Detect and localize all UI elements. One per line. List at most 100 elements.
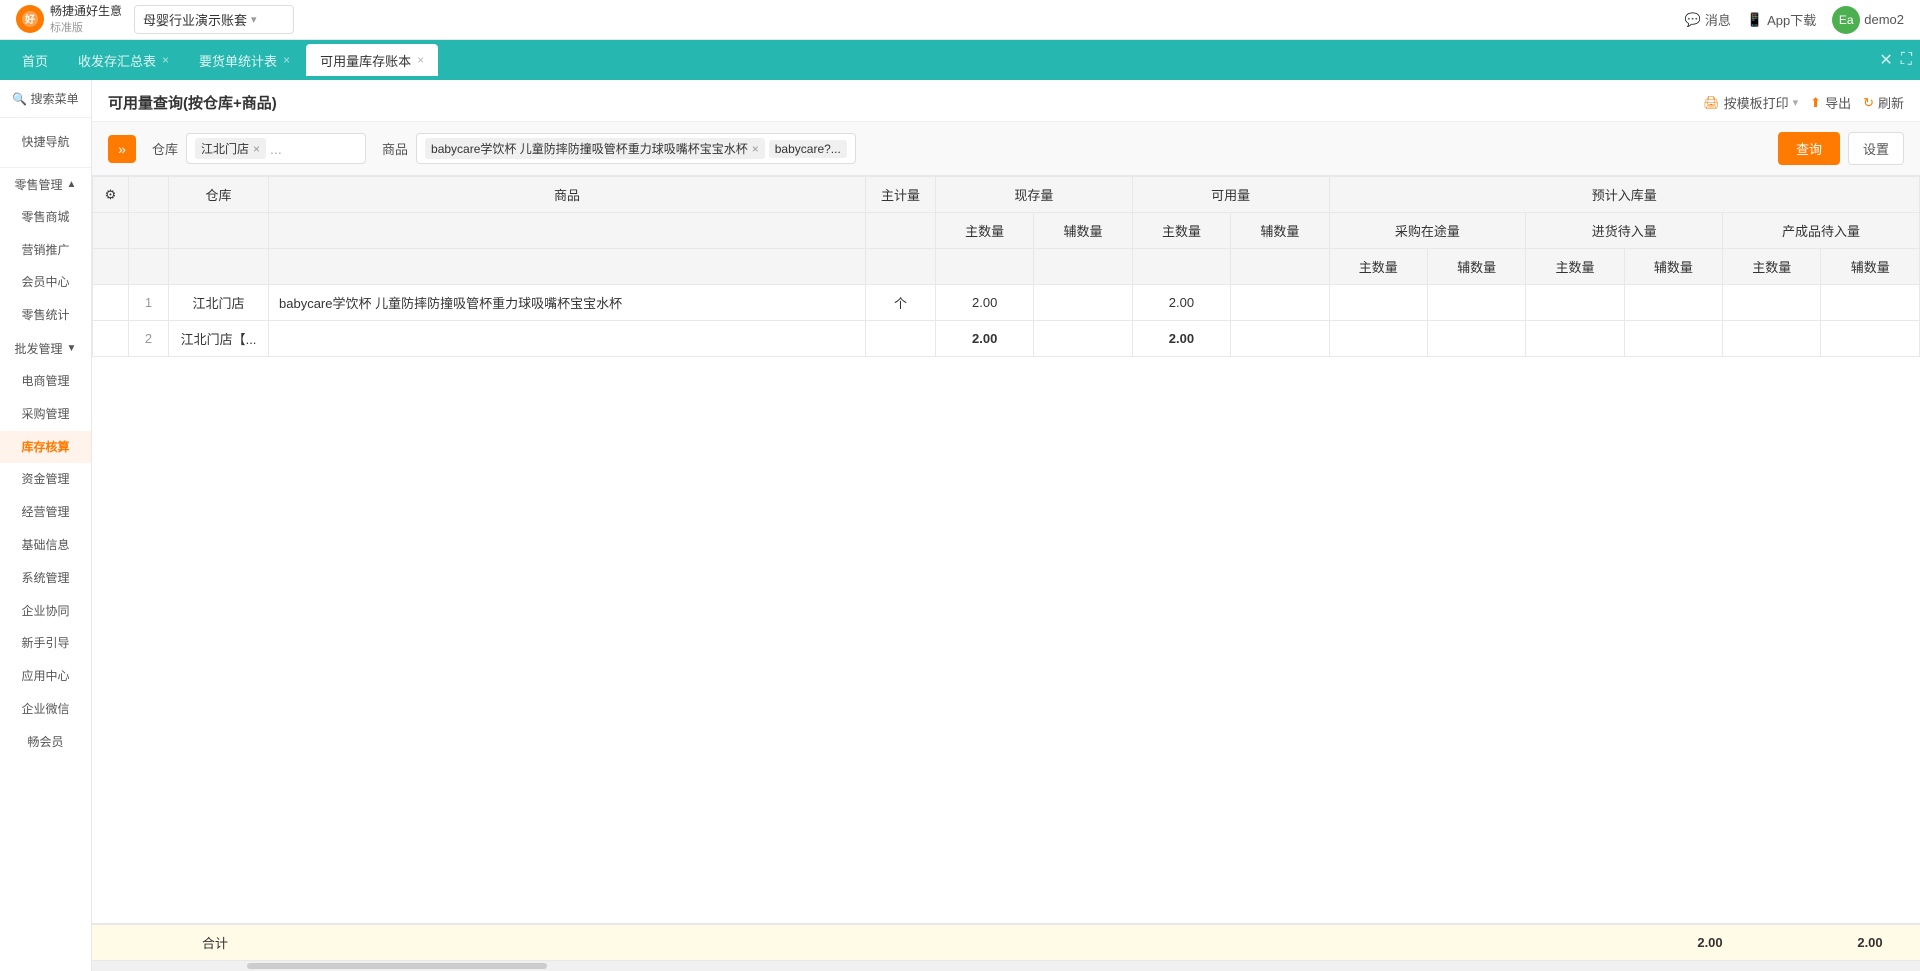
chevron-right-icon: »: [118, 141, 126, 157]
filter-toggle-button[interactable]: »: [108, 135, 136, 163]
td-avail-main-1: 2.00: [1132, 285, 1230, 321]
sidebar-item-ecommerce-label: 电商管理: [21, 374, 69, 388]
sidebar-item-retail-mgmt-label: 零售管理: [15, 176, 63, 193]
td-product-aux-1: [1821, 285, 1920, 321]
td-warehouse-1: 江北门店: [169, 285, 269, 321]
td-stock-main-1: 2.00: [935, 285, 1033, 321]
export-button[interactable]: ⬆ 导出: [1810, 93, 1851, 112]
refresh-icon: ↻: [1863, 95, 1874, 111]
sidebar-item-enterprise-wechat[interactable]: 企业微信: [0, 693, 91, 726]
sidebar-item-wholesale-mgmt[interactable]: 批发管理 ▼: [0, 332, 91, 365]
sidebar-item-quick-nav[interactable]: 快捷导航: [0, 126, 91, 159]
print-template-label: 按模板打印: [1724, 93, 1789, 112]
sidebar-item-retail-mall-label: 零售商城: [21, 210, 69, 224]
warehouse-filter-label: 仓库: [152, 139, 178, 158]
sidebar-item-ecommerce[interactable]: 电商管理: [0, 365, 91, 398]
goods-filter-group: 商品 babycare学饮杯 儿童防摔防撞吸管杯重力球吸嘴杯宝宝水杯 × bab…: [382, 133, 856, 164]
export-label: 导出: [1825, 93, 1851, 112]
bottom-scrollbar[interactable]: [92, 961, 1920, 971]
sidebar-item-finance-mgmt[interactable]: 资金管理: [0, 463, 91, 496]
app-download-button[interactable]: 📱 App下载: [1747, 10, 1816, 29]
td-inbound-aux-2: [1624, 321, 1722, 357]
th-inbound-pending: 进货待入量: [1526, 213, 1723, 249]
page-actions: 🖨 按模板打印 ▾ ⬆ 导出 ↻ 刷新: [1703, 93, 1904, 112]
tab-available-ledger[interactable]: 可用量库存账本 ×: [306, 44, 438, 76]
sidebar-item-operations-mgmt[interactable]: 经营管理: [0, 496, 91, 529]
tab-order-stats[interactable]: 要货单统计表 ×: [185, 44, 304, 76]
username: demo2: [1864, 12, 1904, 27]
sidebar-item-vip-member[interactable]: 畅会员: [0, 726, 91, 759]
main-container: 🔍 搜索菜单 快捷导航 零售管理 ▲ 零售商城 营销推广 会员中心 零售统计 批…: [0, 80, 1920, 971]
sidebar-search[interactable]: 🔍 搜索菜单: [0, 80, 91, 118]
chevron-down-icon: ▼: [67, 343, 77, 354]
sidebar-item-purchase-mgmt[interactable]: 采购管理: [0, 398, 91, 431]
td-purch-main-2: [1329, 321, 1427, 357]
refresh-button[interactable]: ↻ 刷新: [1863, 93, 1904, 112]
scrollbar-thumb[interactable]: [247, 963, 547, 969]
tab-receipt-summary-close[interactable]: ×: [162, 53, 169, 67]
warehouse-input[interactable]: 江北门店 × ...: [186, 133, 366, 164]
print-template-button[interactable]: 🖨 按模板打印 ▾: [1703, 93, 1798, 112]
tab-order-stats-close[interactable]: ×: [283, 53, 290, 67]
goods-tag-2-text: babycare?...: [775, 142, 841, 156]
goods-filter-label: 商品: [382, 139, 408, 158]
th-pt-aux: 辅数量: [1427, 249, 1525, 285]
tab-available-ledger-close[interactable]: ×: [417, 53, 424, 67]
th-current-stock: 现存量: [935, 177, 1132, 213]
sidebar-item-operations-mgmt-label: 经营管理: [21, 505, 69, 519]
close-window-icon[interactable]: ✕: [1879, 50, 1892, 70]
setting-button[interactable]: 设置: [1848, 132, 1904, 165]
message-icon: 💬: [1685, 12, 1701, 28]
nav-tabs-right: ✕ ⛶: [1879, 50, 1912, 70]
td-warehouse-2: 江北门店【...: [169, 321, 269, 357]
industry-selector[interactable]: 母婴行业演示账套 ▾: [134, 5, 294, 34]
th-purchased-transit: 采购在途量: [1329, 213, 1526, 249]
th-pp-aux: 辅数量: [1821, 249, 1920, 285]
sidebar-item-finance-mgmt-label: 资金管理: [21, 472, 69, 486]
warehouse-tag-remove[interactable]: ×: [253, 142, 260, 156]
sidebar-item-inventory-check[interactable]: 库存核算: [0, 431, 91, 464]
sidebar-item-retail-stats-label: 零售统计: [21, 308, 69, 322]
query-button[interactable]: 查询: [1778, 132, 1840, 165]
quick-nav-item[interactable]: 快捷导航: [0, 118, 91, 168]
sidebar-item-purchase-mgmt-label: 采购管理: [21, 407, 69, 421]
nav-tabs: 首页 收发存汇总表 × 要货单统计表 × 可用量库存账本 × ✕ ⛶: [0, 40, 1920, 80]
content-area: 可用量查询(按仓库+商品) 🖨 按模板打印 ▾ ⬆ 导出 ↻ 刷新: [92, 80, 1920, 971]
chevron-down-icon: ▾: [251, 13, 257, 26]
message-label: 消息: [1705, 10, 1731, 29]
sidebar-item-enterprise-collab-label: 企业协同: [21, 604, 69, 618]
th-stock-main: 主数量: [935, 213, 1033, 249]
sidebar-item-new-guide[interactable]: 新手引导: [0, 627, 91, 660]
sidebar-item-retail-mgmt[interactable]: 零售管理 ▲: [0, 168, 91, 201]
th-pp-main: 主数量: [1723, 249, 1821, 285]
settings-icon[interactable]: ⚙: [105, 187, 117, 202]
sidebar-item-member-center[interactable]: 会员中心: [0, 266, 91, 299]
tab-home-label: 首页: [22, 51, 48, 70]
sidebar-item-retail-stats[interactable]: 零售统计: [0, 299, 91, 332]
td-product-main-1: [1723, 285, 1821, 321]
tab-receipt-summary[interactable]: 收发存汇总表 ×: [64, 44, 183, 76]
td-settings: [93, 285, 129, 321]
sidebar-item-system-mgmt[interactable]: 系统管理: [0, 562, 91, 595]
tab-home[interactable]: 首页: [8, 44, 62, 76]
tab-available-ledger-label: 可用量库存账本: [320, 51, 411, 70]
td-avail-aux-1: [1231, 285, 1329, 321]
message-button[interactable]: 💬 消息: [1685, 10, 1731, 29]
avatar-text: Ea: [1839, 13, 1854, 27]
goods-tag-1-remove[interactable]: ×: [752, 142, 759, 156]
goods-tag-1-text: babycare学饮杯 儿童防摔防撞吸管杯重力球吸嘴杯宝宝水杯: [431, 140, 748, 157]
sidebar-item-retail-mall[interactable]: 零售商城: [0, 201, 91, 234]
th-ip-aux: 辅数量: [1624, 249, 1722, 285]
sidebar-item-marketing[interactable]: 营销推广: [0, 234, 91, 267]
sidebar-item-app-center[interactable]: 应用中心: [0, 660, 91, 693]
more-filter-icon[interactable]: ...: [270, 141, 282, 157]
td-inbound-aux-1: [1624, 285, 1722, 321]
maximize-icon[interactable]: ⛶: [1901, 51, 1912, 69]
user-profile[interactable]: Ea demo2: [1832, 6, 1904, 34]
th-g3: [269, 249, 866, 285]
goods-input[interactable]: babycare学饮杯 儿童防摔防撞吸管杯重力球吸嘴杯宝宝水杯 × babyca…: [416, 133, 856, 164]
sidebar-item-enterprise-collab[interactable]: 企业协同: [0, 595, 91, 628]
sidebar-item-basic-info[interactable]: 基础信息: [0, 529, 91, 562]
th-n3: [129, 249, 169, 285]
industry-label: 母婴行业演示账套: [143, 10, 247, 29]
